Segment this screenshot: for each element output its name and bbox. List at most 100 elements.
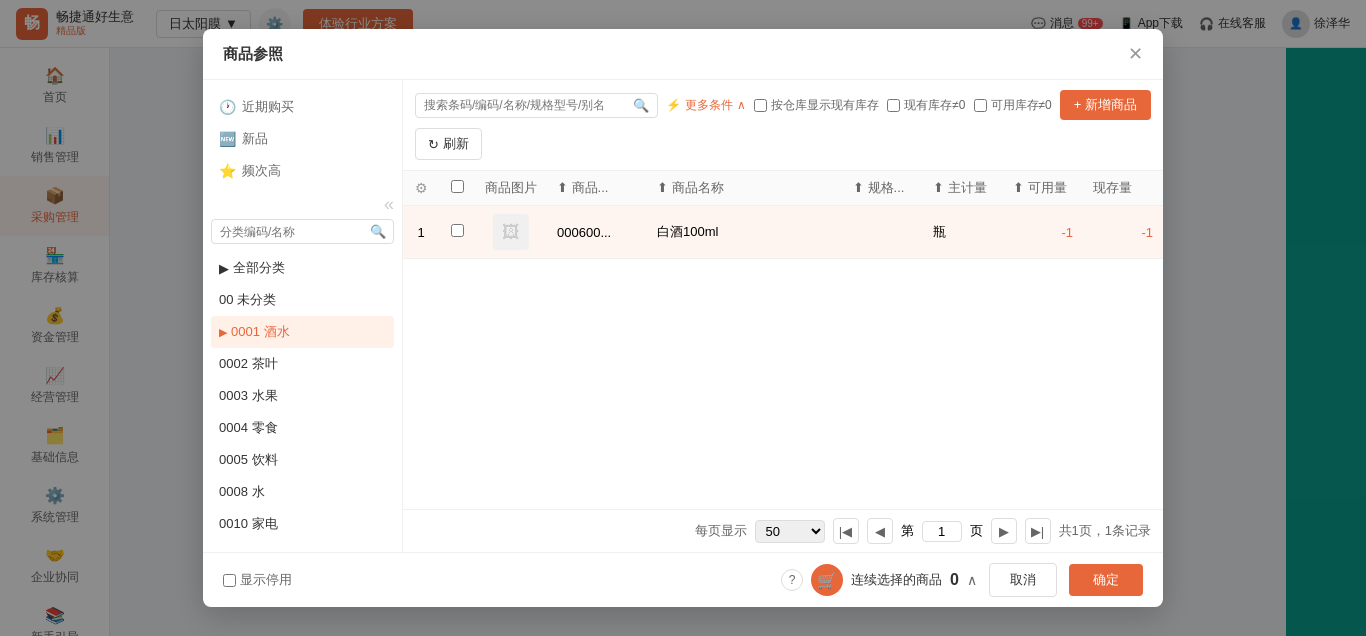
product-search-box: 🔍 (415, 93, 658, 118)
col-stock-header: 现存量 (1083, 171, 1163, 206)
total-info: 共1页，1条记录 (1059, 522, 1151, 540)
col-unit-header[interactable]: ⬆ 主计量 (923, 171, 1003, 206)
help-button[interactable]: ? (781, 569, 803, 591)
cat-all-arrow: ▶ (219, 261, 229, 276)
col-num-header: ⚙ (403, 171, 439, 206)
filter-icon: ⚡ (666, 98, 681, 112)
filter-label: 更多条件 (685, 97, 733, 114)
check-avail-stock-input[interactable] (974, 99, 987, 112)
category-search-icon[interactable]: 🔍 (370, 224, 386, 239)
modal-close-button[interactable]: ✕ (1128, 43, 1143, 65)
star-icon: ⭐ (219, 163, 236, 179)
cell-code: 000600... (547, 206, 647, 259)
cat-00-label: 00 未分类 (219, 291, 276, 309)
modal-body: 🕐 近期购买 🆕 新品 ⭐ 频次高 « (203, 80, 1163, 552)
prev-page-button[interactable]: ◀ (867, 518, 893, 544)
cat-0003-label: 0003 水果 (219, 387, 278, 405)
col-name-header[interactable]: ⬆ 商品名称 (647, 171, 843, 206)
cat-0004-label: 0004 零食 (219, 419, 278, 437)
category-list: ▶ 全部分类 00 未分类 ▶ 0001 酒水 0002 茶叶 0003 水果 (203, 252, 402, 540)
cat-0005[interactable]: 0005 饮料 (211, 444, 394, 476)
page-number-input[interactable] (922, 521, 962, 542)
category-search-input[interactable] (220, 225, 370, 239)
page-label: 页 (970, 522, 983, 540)
refresh-icon: ↻ (428, 137, 439, 152)
cat-0008[interactable]: 0008 水 (211, 476, 394, 508)
product-panel: 🔍 ⚡ 更多条件 ∧ 按仓库显示现有库存 现有库存≠0 (403, 80, 1163, 552)
product-search-icon[interactable]: 🔍 (633, 98, 649, 113)
cat-0005-label: 0005 饮料 (219, 451, 278, 469)
cell-name: 白酒100ml (647, 206, 843, 259)
modal-title: 商品参照 (223, 45, 283, 64)
refresh-label: 刷新 (443, 135, 469, 153)
cat-0003[interactable]: 0003 水果 (211, 380, 394, 412)
add-product-button[interactable]: + 新增商品 (1060, 90, 1151, 120)
col-code-header[interactable]: ⬆ 商品... (547, 171, 647, 206)
cat-0001-label: 0001 酒水 (231, 323, 290, 341)
cancel-button[interactable]: 取消 (989, 563, 1057, 597)
more-filter-button[interactable]: ⚡ 更多条件 ∧ (666, 97, 746, 114)
question-icon: ? (789, 573, 796, 587)
cat-0010[interactable]: 0010 家电 (211, 508, 394, 540)
continuous-select-area: ? 🛒 连续选择的商品 0 ∧ (781, 564, 977, 596)
show-disabled-input[interactable] (223, 574, 236, 587)
last-page-button[interactable]: ▶| (1025, 518, 1051, 544)
col-check-header (439, 171, 475, 206)
recent-label: 近期购买 (242, 98, 294, 116)
cat-0002[interactable]: 0002 茶叶 (211, 348, 394, 380)
category-panel: 🕐 近期购买 🆕 新品 ⭐ 频次高 « (203, 80, 403, 552)
page-size-select[interactable]: 50 100 200 (755, 520, 825, 543)
tab-new-product[interactable]: 🆕 新品 (211, 124, 394, 154)
first-page-button[interactable]: |◀ (833, 518, 859, 544)
collapse-panel-icon[interactable]: « (384, 194, 394, 215)
col-spec-header[interactable]: ⬆ 规格... (843, 171, 923, 206)
category-tabs: 🕐 近期购买 🆕 新品 ⭐ 频次高 (203, 92, 402, 186)
cell-stock: -1 (1083, 206, 1163, 259)
continuous-label: 连续选择的商品 (851, 571, 942, 589)
col-avail-header[interactable]: ⬆ 可用量 (1003, 171, 1083, 206)
cat-00[interactable]: 00 未分类 (211, 284, 394, 316)
page-word: 第 (901, 522, 914, 540)
frequent-label: 频次高 (242, 162, 281, 180)
cat-0004[interactable]: 0004 零食 (211, 412, 394, 444)
product-toolbar: 🔍 ⚡ 更多条件 ∧ 按仓库显示现有库存 现有库存≠0 (403, 80, 1163, 171)
table-row[interactable]: 1 🖼 000600... 白酒100ml (403, 206, 1163, 259)
show-disabled-checkbox[interactable]: 显示停用 (223, 571, 292, 589)
check-avail-label: 可用库存≠0 (991, 97, 1052, 114)
cat-all-label: 全部分类 (233, 259, 285, 277)
col-settings-icon[interactable]: ⚙ (415, 180, 428, 196)
cat-0002-label: 0002 茶叶 (219, 355, 278, 373)
select-all-checkbox[interactable] (451, 180, 464, 193)
cat-0001[interactable]: ▶ 0001 酒水 (211, 316, 394, 348)
continuous-count: 0 (950, 571, 959, 589)
cat-all[interactable]: ▶ 全部分类 (211, 252, 394, 284)
check-avail-stock[interactable]: 可用库存≠0 (974, 97, 1052, 114)
new-icon: 🆕 (219, 131, 236, 147)
cell-img: 🖼 (475, 206, 547, 259)
check-current-stock-input[interactable] (887, 99, 900, 112)
product-modal: 商品参照 ✕ 🕐 近期购买 🆕 新品 ⭐ (203, 29, 1163, 607)
tab-recent-purchase[interactable]: 🕐 近期购买 (211, 92, 394, 122)
next-page-button[interactable]: ▶ (991, 518, 1017, 544)
refresh-button[interactable]: ↻ 刷新 (415, 128, 482, 160)
cell-check (439, 206, 475, 259)
cell-num: 1 (403, 206, 439, 259)
product-search-input[interactable] (424, 98, 633, 112)
img-placeholder-icon: 🖼 (502, 222, 520, 243)
col-img-header: 商品图片 (475, 171, 547, 206)
check-warehouse-stock[interactable]: 按仓库显示现有库存 (754, 97, 879, 114)
check-current-label: 现有库存≠0 (904, 97, 965, 114)
recent-icon: 🕐 (219, 99, 236, 115)
confirm-button[interactable]: 确定 (1069, 564, 1143, 596)
footer-collapse-icon[interactable]: ∧ (967, 572, 977, 588)
modal-header: 商品参照 ✕ (203, 29, 1163, 80)
check-warehouse-label: 按仓库显示现有库存 (771, 97, 879, 114)
show-disabled-label: 显示停用 (240, 571, 292, 589)
cell-spec (843, 206, 923, 259)
cart-button[interactable]: 🛒 (811, 564, 843, 596)
row-checkbox[interactable] (451, 224, 464, 237)
tab-frequent[interactable]: ⭐ 频次高 (211, 156, 394, 186)
cart-icon: 🛒 (817, 571, 837, 590)
check-current-stock[interactable]: 现有库存≠0 (887, 97, 965, 114)
check-warehouse-stock-input[interactable] (754, 99, 767, 112)
